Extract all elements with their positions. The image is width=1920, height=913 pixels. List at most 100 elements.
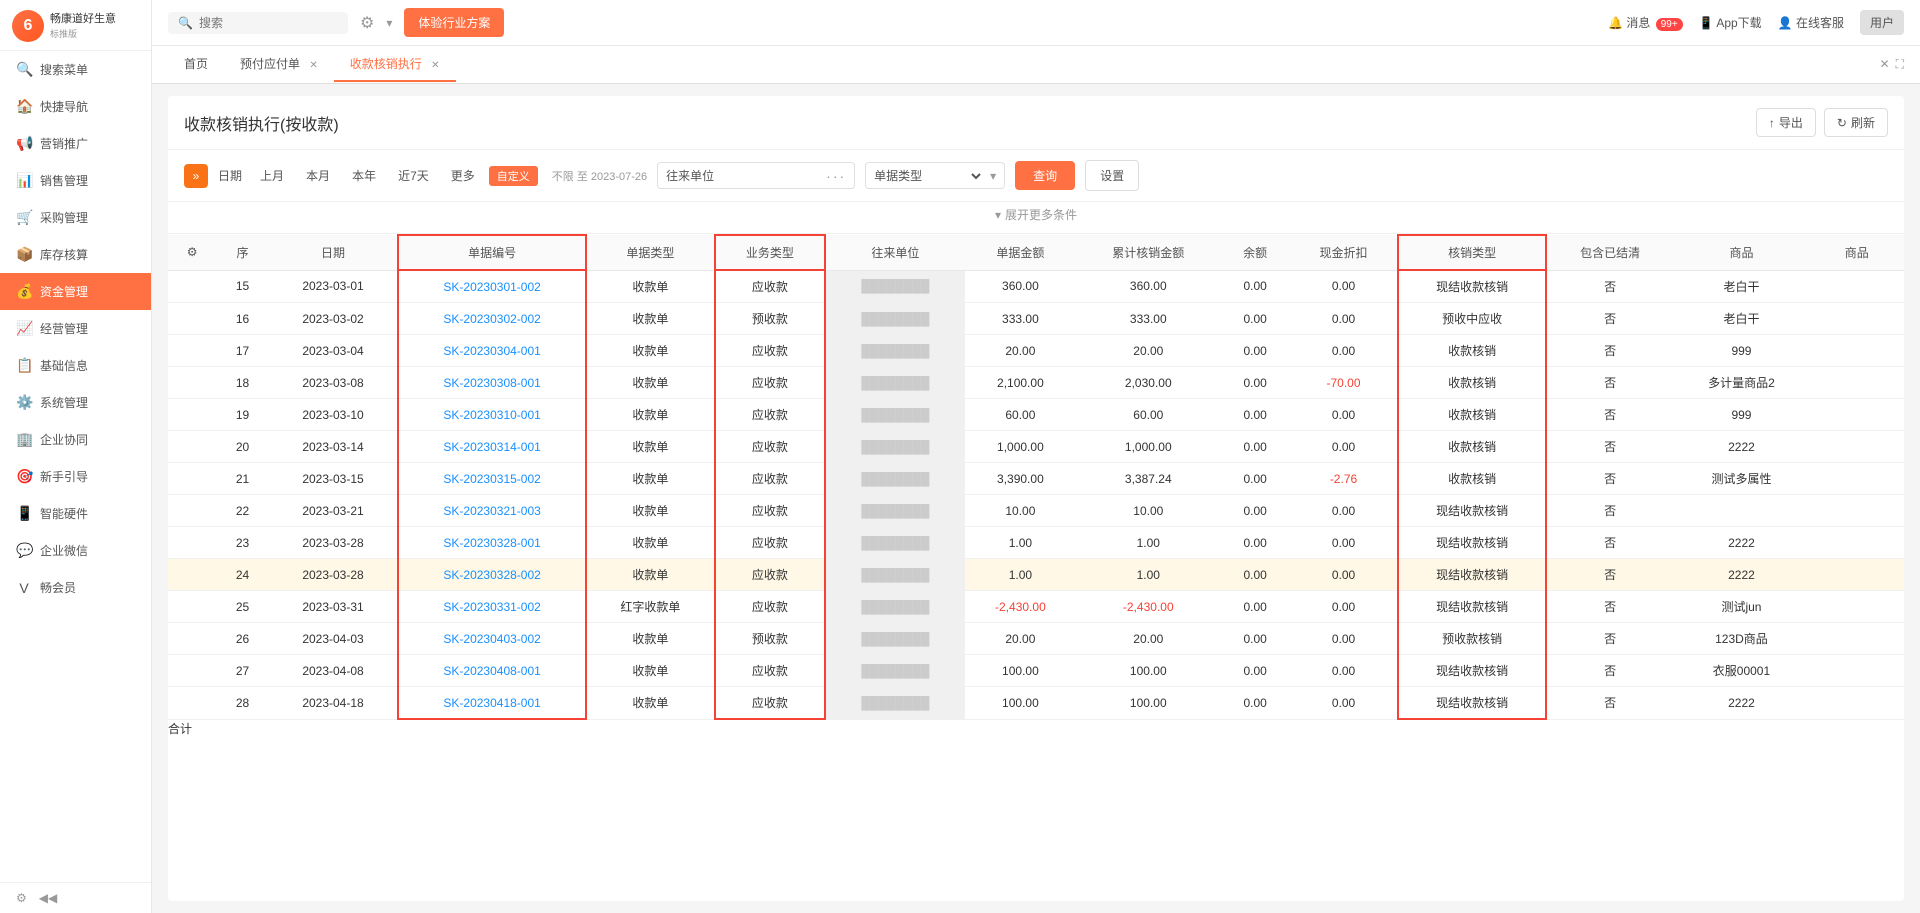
sidebar-item-purchase[interactable]: 🛒 采购管理 <box>0 199 151 236</box>
td-verified: 1.00 <box>1076 559 1221 591</box>
tabs: 首页 预付应付单 ✕ 收款核销执行 ✕ ✕ ⛶ <box>152 46 1920 84</box>
app-download-btn[interactable]: 📱 App下载 <box>1699 14 1762 31</box>
expand-button[interactable]: ▾ 展开更多条件 <box>995 206 1077 223</box>
td-product1: 2222 <box>1673 431 1809 463</box>
filter-date-last-month[interactable]: 上月 <box>252 164 292 187</box>
topbar-dropdown-icon[interactable]: ▾ <box>386 16 392 30</box>
bianhao-link[interactable]: SK-20230331-002 <box>443 600 540 614</box>
filter-settings-button[interactable]: 设置 <box>1085 160 1139 191</box>
td-gear <box>168 655 216 687</box>
tab-collection[interactable]: 收款核销执行 ✕ <box>334 47 456 82</box>
filter-date-7days[interactable]: 近7天 <box>390 164 437 187</box>
filter-type-select[interactable] <box>928 168 984 184</box>
tab-expand-icon[interactable]: ⛶ <box>1896 57 1904 72</box>
td-counterpart: ████████ <box>825 270 965 303</box>
bianhao-link[interactable]: SK-20230301-002 <box>443 280 540 294</box>
refresh-button[interactable]: ↻ 刷新 <box>1824 108 1888 137</box>
td-discount: 0.00 <box>1290 655 1398 687</box>
tab-close-payable[interactable]: ✕ <box>309 60 317 71</box>
page-actions: ↑ 导出 ↻ 刷新 <box>1756 108 1888 137</box>
bianhao-link[interactable]: SK-20230302-002 <box>443 312 540 326</box>
filter-date-range: 不限 至 2023-07-26 <box>552 168 647 184</box>
th-verified: 累计核销金额 <box>1076 235 1221 270</box>
sidebar-item-wechat[interactable]: 💬 企业微信 <box>0 532 151 569</box>
bianhao-link[interactable]: SK-20230315-002 <box>443 472 540 486</box>
sidebar-item-operation[interactable]: 📈 经营管理 <box>0 310 151 347</box>
filter-date-more[interactable]: 更多 <box>443 164 483 187</box>
tab-close-collection[interactable]: ✕ <box>431 60 439 71</box>
td-product2 <box>1810 591 1904 623</box>
bianhao-link[interactable]: SK-20230408-001 <box>443 664 540 678</box>
settings-bottom-icon[interactable]: ⚙ <box>16 891 27 905</box>
th-no: 序 <box>216 235 268 270</box>
bianhao-link[interactable]: SK-20230418-001 <box>443 696 540 710</box>
tab-payable[interactable]: 预付应付单 ✕ <box>224 47 334 82</box>
bianhao-link[interactable]: SK-20230403-002 <box>443 632 540 646</box>
filter-date-this-year[interactable]: 本年 <box>344 164 384 187</box>
th-type: 单据类型 <box>586 235 715 270</box>
bianhao-link[interactable]: SK-20230308-001 <box>443 376 540 390</box>
td-date: 2023-03-01 <box>269 270 399 303</box>
user-avatar[interactable]: 用户 <box>1860 10 1904 35</box>
bianhao-link[interactable]: SK-20230321-003 <box>443 504 540 518</box>
bianhao-link[interactable]: SK-20230304-001 <box>443 344 540 358</box>
bianhao-link[interactable]: SK-20230328-002 <box>443 568 540 582</box>
filter-custom-button[interactable]: 自定义 <box>489 166 538 186</box>
filter-date-this-month[interactable]: 本月 <box>298 164 338 187</box>
sidebar-item-enterprise[interactable]: 🏢 企业协同 <box>0 421 151 458</box>
filter-more-dots[interactable]: ··· <box>826 168 846 184</box>
sidebar-item-hardware[interactable]: 📱 智能硬件 <box>0 495 151 532</box>
th-counterpart: 往来单位 <box>825 235 965 270</box>
export-button[interactable]: ↑ 导出 <box>1756 108 1816 137</box>
search-input[interactable] <box>199 16 319 30</box>
sidebar-item-member[interactable]: V 畅会员 <box>0 569 151 606</box>
sidebar-label: 营销推广 <box>40 135 88 152</box>
td-hexiao: 现结收款核销 <box>1398 591 1546 623</box>
collapse-icon[interactable]: ◀◀ <box>39 891 57 905</box>
table-row: 24 2023-03-28 SK-20230328-002 收款单 应收款 ██… <box>168 559 1904 591</box>
tab-close-all-icon[interactable]: ✕ <box>1880 57 1890 72</box>
td-type: 收款单 <box>586 335 715 367</box>
device-icon: 📱 <box>16 505 32 522</box>
td-amount: 60.00 <box>965 399 1076 431</box>
table-wrap[interactable]: ⚙ 序 日期 单据编号 单据类型 业务类型 往来单位 单据金额 累计核销金额 余… <box>168 234 1904 901</box>
bianhao-link[interactable]: SK-20230310-001 <box>443 408 540 422</box>
td-yewu: 应收款 <box>715 655 825 687</box>
sidebar-item-finance[interactable]: 💰 资金管理 <box>0 273 151 310</box>
td-date: 2023-03-10 <box>269 399 399 431</box>
sidebar-item-sales[interactable]: 📊 销售管理 <box>0 162 151 199</box>
query-button[interactable]: 查询 <box>1015 161 1075 190</box>
td-date: 2023-03-15 <box>269 463 399 495</box>
logo-sub: 标推版 <box>50 27 116 40</box>
td-yewu: 应收款 <box>715 367 825 399</box>
solution-button[interactable]: 体验行业方案 <box>404 8 504 37</box>
message-wrap[interactable]: 🔔 消息 99+ <box>1608 14 1683 31</box>
sidebar-item-guide[interactable]: 🎯 新手引导 <box>0 458 151 495</box>
bianhao-link[interactable]: SK-20230328-001 <box>443 536 540 550</box>
online-service-btn[interactable]: 👤 在线客服 <box>1778 14 1844 31</box>
td-date: 2023-03-31 <box>269 591 399 623</box>
sidebar-item-system[interactable]: ⚙️ 系统管理 <box>0 384 151 421</box>
sidebar-item-basic[interactable]: 📋 基础信息 <box>0 347 151 384</box>
topbar-search-wrap: 🔍 <box>168 12 348 34</box>
bianhao-link[interactable]: SK-20230314-001 <box>443 440 540 454</box>
sidebar-label: 采购管理 <box>40 209 88 226</box>
td-discount: -70.00 <box>1290 367 1398 399</box>
td-product1: 2222 <box>1673 687 1809 720</box>
table-footer-total: 合计 <box>168 719 1904 737</box>
td-hexiao: 现结收款核销 <box>1398 495 1546 527</box>
sidebar-item-inventory[interactable]: 📦 库存核算 <box>0 236 151 273</box>
tab-home[interactable]: 首页 <box>168 47 224 82</box>
td-product2 <box>1810 303 1904 335</box>
sidebar-item-marketing[interactable]: 📢 营销推广 <box>0 125 151 162</box>
filter-toggle-button[interactable]: » <box>184 164 208 188</box>
sidebar-item-quick[interactable]: 🏠 快捷导航 <box>0 88 151 125</box>
filter-counterpart-input[interactable] <box>720 169 820 183</box>
td-bianhao: SK-20230304-001 <box>398 335 586 367</box>
td-product1: 2222 <box>1673 559 1809 591</box>
message-badge: 99+ <box>1656 18 1683 31</box>
sidebar-item-search[interactable]: 🔍 搜索菜单 <box>0 51 151 88</box>
td-settled: 否 <box>1546 559 1673 591</box>
th-gear[interactable]: ⚙ <box>168 235 216 270</box>
gear-icon[interactable]: ⚙ <box>360 13 374 33</box>
